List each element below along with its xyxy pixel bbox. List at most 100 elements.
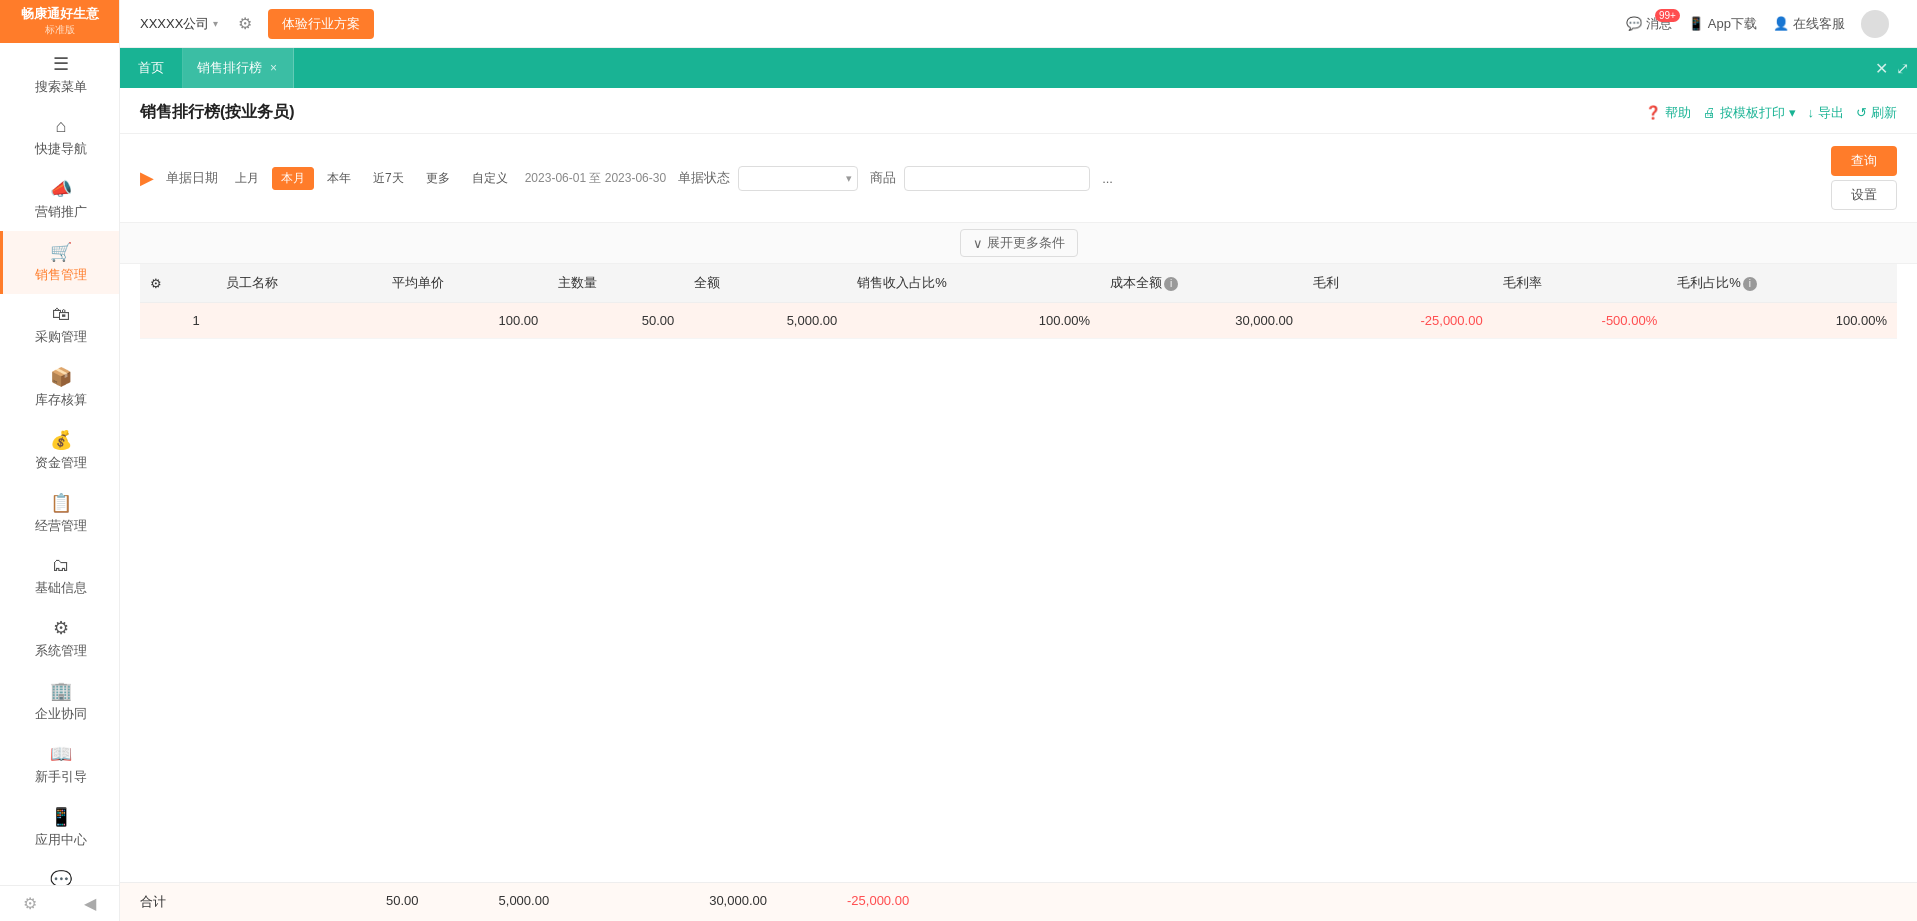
refresh-icon: ↺: [1856, 105, 1867, 120]
company-name: XXXXX公司: [140, 15, 209, 33]
sidebar-item-finance[interactable]: 💰 资金管理: [0, 419, 119, 482]
sidebar-item-purchase[interactable]: 🛍 采购管理: [0, 294, 119, 356]
date-range-buttons: 上月 本月 本年 近7天 更多 自定义: [226, 167, 517, 190]
filter-more-dots[interactable]: ...: [1102, 171, 1113, 186]
filter-arrow-icon[interactable]: ▶: [140, 167, 154, 189]
date-btn-more[interactable]: 更多: [417, 167, 459, 190]
sidebar-item-apps[interactable]: 📱 应用中心: [0, 796, 119, 859]
tabbar-right: ✕ ⤢: [1875, 59, 1917, 78]
col-qty: 主数量: [548, 264, 684, 303]
company-selector[interactable]: XXXXX公司 ▾: [132, 11, 226, 37]
footer-gross: -25,000.00: [847, 893, 909, 911]
tabbar-close-icon[interactable]: ✕: [1875, 59, 1888, 78]
date-btn-current-month[interactable]: 本月: [272, 167, 314, 190]
goods-input[interactable]: [904, 166, 1090, 191]
content-area: 销售排行榜(按业务员) ❓ 帮助 🖨 按模板打印 ▾ ↓ 导出 ↺ 刷新: [120, 88, 1917, 921]
sidebar-item-operation[interactable]: 📋 经营管理: [0, 482, 119, 545]
app-label: App下载: [1708, 15, 1757, 33]
footer-qty: 50.00: [386, 893, 419, 911]
date-btn-custom[interactable]: 自定义: [463, 167, 517, 190]
sidebar-label-system: 系统管理: [35, 642, 87, 660]
sidebar-item-corp[interactable]: 🏢 企业协同: [0, 670, 119, 733]
tab-home[interactable]: 首页: [120, 48, 183, 88]
page-title: 销售排行榜(按业务员): [140, 102, 295, 123]
sidebar-label-purchase: 采购管理: [35, 328, 87, 346]
gross-pct-info-icon[interactable]: i: [1743, 277, 1757, 291]
gross-pct-cell: 100.00%: [1667, 303, 1897, 339]
sidebar-label-corp: 企业协同: [35, 705, 87, 723]
service-icon: 👤: [1773, 16, 1789, 31]
page-actions: ❓ 帮助 🖨 按模板打印 ▾ ↓ 导出 ↺ 刷新: [1645, 104, 1898, 122]
topbar-settings-icon[interactable]: ⚙: [238, 14, 252, 33]
sidebar-label-marketing: 营销推广: [35, 203, 87, 221]
cost-info-icon[interactable]: i: [1164, 277, 1178, 291]
cost-cell: 30,000.00: [1100, 303, 1303, 339]
topbar: XXXXX公司 ▾ ⚙ 体验行业方案 💬 消息 99+ 📱 App下载 👤 在线…: [120, 0, 1917, 48]
sidebar-bottom: ⚙ ◀: [0, 885, 119, 921]
table-settings-icon[interactable]: ⚙: [150, 276, 162, 291]
sidebar-item-system[interactable]: ⚙ 系统管理: [0, 607, 119, 670]
date-btn-year[interactable]: 本年: [318, 167, 360, 190]
trial-button[interactable]: 体验行业方案: [268, 9, 374, 39]
sales-table: ⚙ 员工名称 平均单价 主数量 全额 销售收入占比% 成本全额i 毛利 毛利率: [140, 264, 1897, 339]
col-avg-price: 平均单价: [382, 264, 548, 303]
avatar[interactable]: [1861, 10, 1889, 38]
sidebar-item-basic[interactable]: 🗂 基础信息: [0, 545, 119, 607]
expand-conditions-button[interactable]: ∨ 展开更多条件: [960, 229, 1078, 257]
date-btn-7days[interactable]: 近7天: [364, 167, 413, 190]
corp-icon: 🏢: [50, 680, 72, 702]
help-button[interactable]: ❓ 帮助: [1645, 104, 1691, 122]
topbar-right: 💬 消息 99+ 📱 App下载 👤 在线客服: [1626, 10, 1905, 38]
tabbar-expand-icon[interactable]: ⤢: [1896, 59, 1909, 78]
rank-cell: 1: [176, 303, 216, 339]
settings-bottom-icon[interactable]: ⚙: [23, 894, 37, 913]
refresh-button[interactable]: ↺ 刷新: [1856, 104, 1897, 122]
search-menu-icon: ☰: [53, 53, 69, 75]
tab-sales-ranking[interactable]: 销售排行榜 ×: [183, 48, 294, 88]
col-cost: 成本全额i: [1100, 264, 1303, 303]
collapse-icon[interactable]: ◀: [84, 894, 96, 913]
expand-label: 展开更多条件: [987, 234, 1065, 252]
sidebar-label-finance: 资金管理: [35, 454, 87, 472]
status-select[interactable]: [738, 166, 858, 191]
col-amount: 全额: [684, 264, 847, 303]
date-label: 单据日期: [166, 169, 218, 187]
col-employee: 员工名称: [216, 264, 382, 303]
expand-row: ∨ 展开更多条件: [120, 223, 1917, 264]
message-button[interactable]: 💬 消息 99+: [1626, 15, 1672, 33]
sidebar-item-quicknav[interactable]: ⌂ 快捷导航: [0, 106, 119, 168]
print-button[interactable]: 🖨 按模板打印 ▾: [1703, 104, 1796, 122]
sidebar-item-sales[interactable]: 🛒 销售管理: [0, 231, 119, 294]
employee-cell: [216, 303, 382, 339]
stock-icon: 📦: [50, 366, 72, 388]
app-download-button[interactable]: 📱 App下载: [1688, 15, 1757, 33]
query-button[interactable]: 查询: [1831, 146, 1897, 176]
col-settings[interactable]: ⚙: [140, 264, 176, 303]
sidebar-label-sales: 销售管理: [35, 266, 87, 284]
table-header-row: ⚙ 员工名称 平均单价 主数量 全额 销售收入占比% 成本全额i 毛利 毛利率: [140, 264, 1897, 303]
export-button[interactable]: ↓ 导出: [1808, 104, 1845, 122]
sidebar-label-operation: 经营管理: [35, 517, 87, 535]
sidebar-item-search[interactable]: ☰ 搜索菜单: [0, 43, 119, 106]
sidebar-item-marketing[interactable]: 📣 营销推广: [0, 168, 119, 231]
sidebar-item-guide[interactable]: 📖 新手引导: [0, 733, 119, 796]
filter-bar: ▶ 单据日期 上月 本月 本年 近7天 更多 自定义 2023-06-01 至 …: [120, 134, 1917, 223]
table-row: 1 100.00 50.00 5,000.00 100.00% 30,000.0…: [140, 303, 1897, 339]
goods-filter-group: 商品 ...: [870, 166, 1113, 191]
tab-close-icon[interactable]: ×: [268, 59, 279, 77]
sidebar-label-basic: 基础信息: [35, 579, 87, 597]
footer-wrap: 合计 50.00 5,000.00 30,000.00 -25,000.00: [120, 882, 1917, 921]
sidebar-item-stock[interactable]: 📦 库存核算: [0, 356, 119, 419]
system-icon: ⚙: [53, 617, 69, 639]
table-footer: 合计 50.00 5,000.00 30,000.00 -25,000.00: [120, 882, 1917, 921]
settings-button[interactable]: 设置: [1831, 180, 1897, 210]
finance-icon: 💰: [50, 429, 72, 451]
sidebar-logo: 畅康通好生意 标准版: [0, 0, 119, 43]
avg-price-cell: 100.00: [382, 303, 548, 339]
page-header: 销售排行榜(按业务员) ❓ 帮助 🖨 按模板打印 ▾ ↓ 导出 ↺ 刷新: [120, 88, 1917, 134]
online-service-button[interactable]: 👤 在线客服: [1773, 15, 1845, 33]
col-gross-pct: 毛利占比%i: [1667, 264, 1897, 303]
date-btn-prev-month[interactable]: 上月: [226, 167, 268, 190]
print-chevron-icon: ▾: [1789, 105, 1796, 120]
sidebar-label-stock: 库存核算: [35, 391, 87, 409]
